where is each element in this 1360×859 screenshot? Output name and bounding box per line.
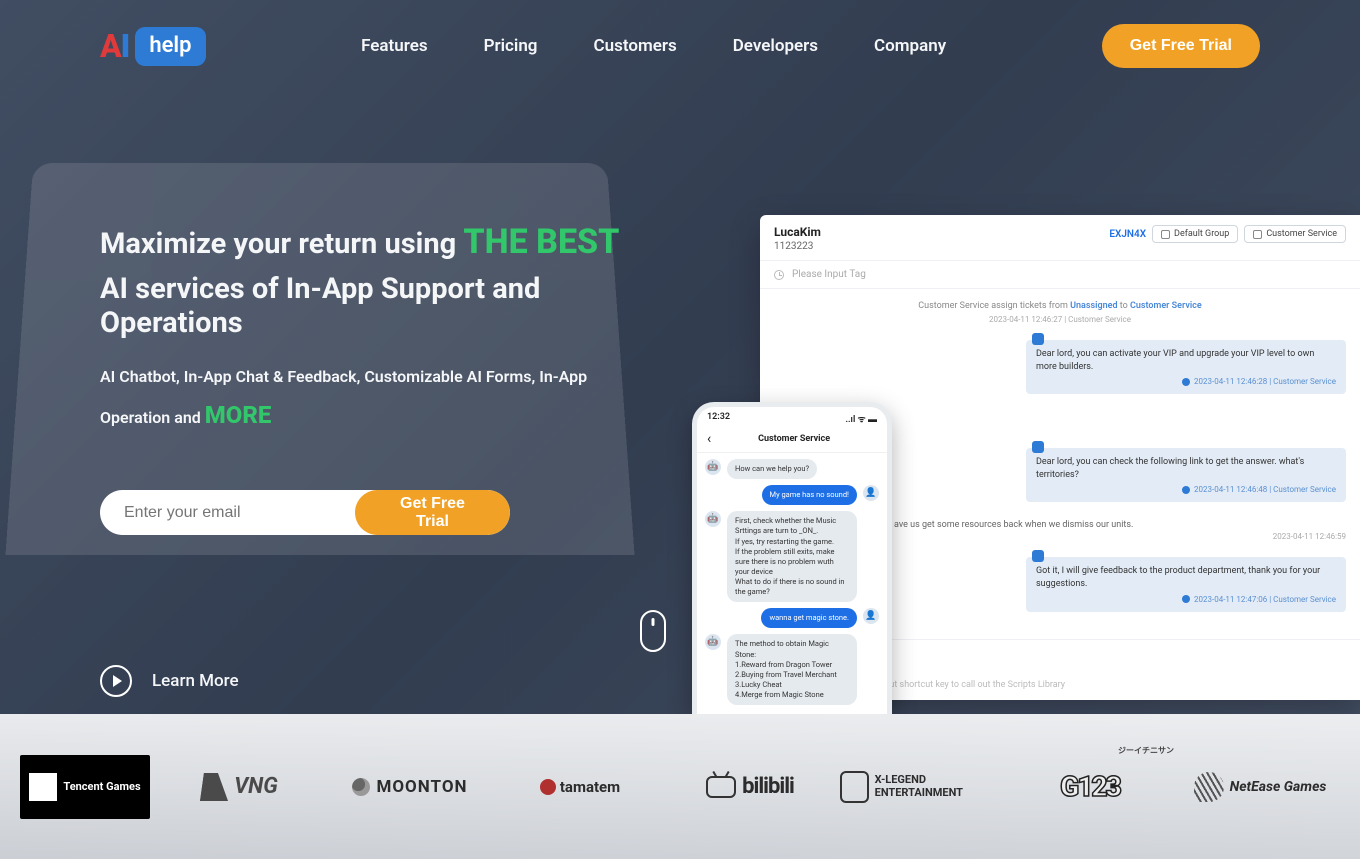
ticket-header: LucaKim 1123223 EXJN4X Default Group Cus…: [760, 215, 1360, 261]
translate-icon: [1032, 550, 1044, 562]
header-get-free-trial-button[interactable]: Get Free Trial: [1102, 24, 1260, 68]
ticket-customer-id: 1123223: [774, 241, 821, 252]
bot-message: How can we help you?: [727, 459, 817, 479]
customer-logo-strip: Tencent Games VNG MOONTON tamatem bilibi…: [0, 714, 1360, 859]
hero-section: Maximize your return using THE BEST AI s…: [0, 0, 1360, 714]
bot-avatar: 🤖: [705, 459, 721, 475]
nav-pricing[interactable]: Pricing: [484, 36, 538, 56]
phone-mockup: 12:32 ..ıl ᯤ ▬ ‹ Customer Service 🤖 How c…: [692, 402, 892, 714]
ticket-assign-line: Customer Service assign tickets from Una…: [774, 301, 1346, 311]
tencent-star-icon: [29, 773, 57, 801]
primary-nav: Features Pricing Customers Developers Co…: [206, 36, 1102, 56]
phone-status-bar: 12:32 ..ıl ᯤ ▬: [697, 407, 887, 428]
phone-time: 12:32: [707, 412, 730, 425]
ticket-group-pill[interactable]: Default Group: [1152, 225, 1238, 243]
user-avatar: 👤: [863, 485, 879, 501]
bot-avatar: 🤖: [705, 634, 721, 650]
ticket-tag-placeholder: Please Input Tag: [792, 269, 866, 280]
hero-content: Maximize your return using THE BEST AI s…: [0, 0, 640, 697]
brand-logo[interactable]: AI help: [100, 27, 206, 66]
hero-headline: Maximize your return using THE BEST: [100, 220, 640, 264]
user-icon: [1253, 230, 1262, 239]
hero-desc-prefix: AI Chatbot, In-App Chat & Feedback, Cust…: [100, 367, 587, 426]
cs-message-meta: 2023-04-11 12:46:48 | Customer Service: [1036, 485, 1336, 494]
cs-message-meta: 2023-04-11 12:47:06 | Customer Service: [1036, 595, 1336, 604]
logo-xlegend: X-LEGEND ENTERTAINMENT: [840, 757, 1000, 817]
logo-moonton: MOONTON: [330, 757, 490, 817]
learn-more-row: Learn More: [100, 665, 640, 697]
bot-message: The method to obtain Magic Stone: 1.Rewa…: [727, 634, 857, 705]
logo-bilibili: bilibili: [670, 757, 830, 817]
logo-help-text: help: [135, 27, 205, 66]
phone-title: Customer Service: [711, 434, 877, 444]
bot-message: First, check whether the Music Srttings …: [727, 511, 857, 602]
ticket-assign-timestamp: 2023-04-11 12:46:27 | Customer Service: [774, 315, 1346, 324]
cs-message: Dear lord, you can activate your VIP and…: [1026, 340, 1346, 394]
email-capture-form: Get Free Trial: [100, 490, 510, 535]
nav-customers[interactable]: Customers: [593, 36, 676, 56]
translate-icon: [1032, 333, 1044, 345]
clock-icon: [774, 270, 784, 280]
phone-signal-icons: ..ıl ᯤ ▬: [845, 412, 877, 425]
cs-message-text: Got it, I will give feedback to the prod…: [1036, 565, 1336, 590]
logo-netease: NetEase Games: [1180, 757, 1340, 817]
cs-message: Dear lord, you can check the following l…: [1026, 448, 1346, 502]
nav-features[interactable]: Features: [361, 36, 428, 56]
bot-avatar: 🤖: [705, 511, 721, 527]
cs-message-text: Dear lord, you can check the following l…: [1036, 456, 1336, 481]
phone-chat: 🤖 How can we help you? My game has no sou…: [697, 453, 887, 714]
logo-ai-text: AI: [100, 27, 129, 65]
xlegend-mark-icon: [840, 771, 869, 803]
hero-headline-prefix: Maximize your return using: [100, 227, 463, 261]
nav-company[interactable]: Company: [874, 36, 946, 56]
ticket-customer-name: LucaKim: [774, 225, 821, 239]
cs-message-text: Dear lord, you can activate your VIP and…: [1036, 348, 1336, 373]
ticket-tag-row[interactable]: Please Input Tag: [760, 261, 1360, 289]
translate-icon: [1032, 441, 1044, 453]
logo-tencent: Tencent Games: [20, 755, 150, 819]
site-header: AI help Features Pricing Customers Devel…: [0, 0, 1360, 92]
user-avatar: 👤: [863, 608, 879, 624]
email-get-free-trial-button[interactable]: Get Free Trial: [355, 490, 510, 535]
ticket-role-pill[interactable]: Customer Service: [1244, 225, 1346, 243]
logo-g123: ジーイチニサンG123: [1010, 757, 1170, 817]
hero-desc-highlight: MORE: [205, 401, 272, 429]
scroll-indicator-icon: [640, 610, 666, 652]
hero-description: AI Chatbot, In-App Chat & Feedback, Cust…: [100, 362, 640, 438]
cs-message-meta: 2023-04-11 12:46:28 | Customer Service: [1036, 377, 1336, 386]
ticket-customer-info: LucaKim 1123223: [774, 225, 821, 252]
cs-message: Got it, I will give feedback to the prod…: [1026, 557, 1346, 611]
user-message: wanna get magic stone.: [761, 608, 857, 628]
learn-more-link[interactable]: Learn More: [152, 671, 239, 691]
phone-title-bar: ‹ Customer Service: [697, 428, 887, 453]
nav-developers[interactable]: Developers: [733, 36, 818, 56]
hero-headline-highlight: THE BEST: [463, 222, 619, 262]
ticket-code-link[interactable]: EXJN4X: [1109, 229, 1146, 240]
hero-subheadline: AI services of In-App Support and Operat…: [100, 272, 640, 340]
logo-vng: VNG: [160, 757, 320, 817]
user-message: My game has no sound!: [762, 485, 857, 505]
user-inline-message: ave us get some resources back when we d…: [894, 520, 1346, 530]
ticket-header-actions: EXJN4X Default Group Customer Service: [1109, 225, 1346, 243]
lock-icon: [1161, 230, 1170, 239]
bilibili-tv-icon: [706, 776, 736, 798]
email-input[interactable]: [100, 490, 355, 535]
logo-tamatem: tamatem: [500, 757, 660, 817]
play-video-icon[interactable]: [100, 665, 132, 697]
